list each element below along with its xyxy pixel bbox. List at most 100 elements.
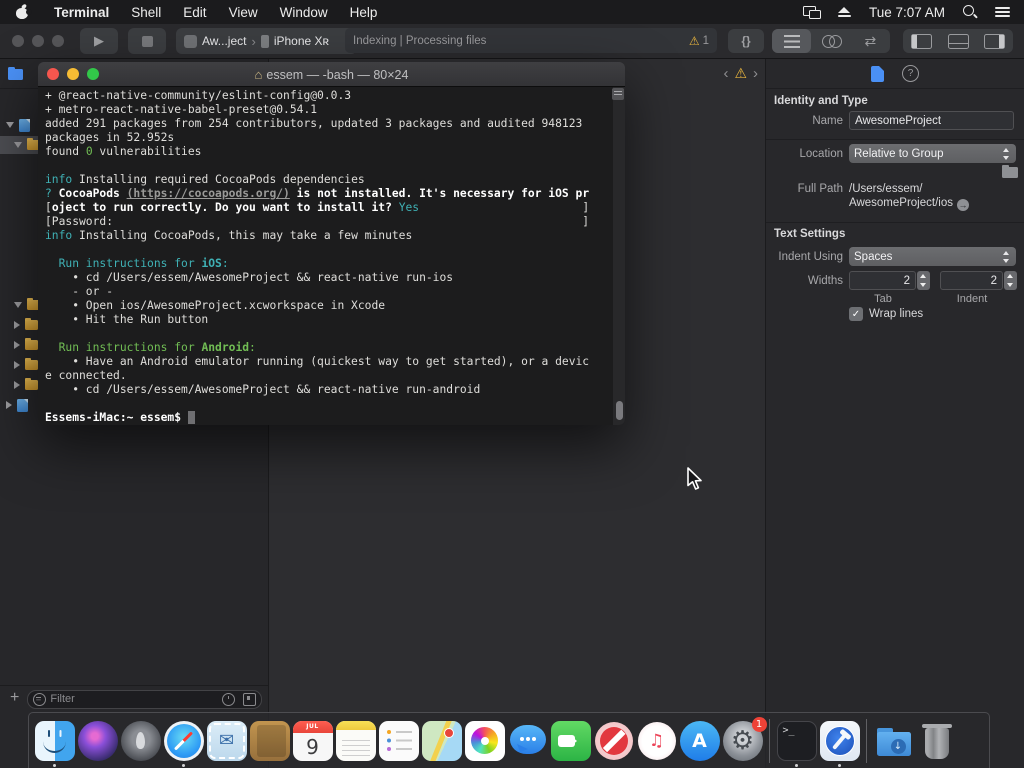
terminal-title: ⌂ essem — -bash — 80×24 <box>254 66 409 82</box>
dock-photos[interactable] <box>463 714 506 768</box>
dock-safari[interactable] <box>162 714 205 768</box>
code-review-button[interactable]: {} <box>728 29 764 53</box>
group-folder-icon <box>25 338 38 350</box>
apple-menu-icon[interactable] <box>16 3 32 19</box>
add-button[interactable]: + <box>10 689 19 707</box>
select-arrows-icon <box>1002 250 1011 263</box>
issue-warning-icon[interactable]: ⚠ <box>734 65 747 82</box>
dock-downloads[interactable]: ↓ <box>872 714 915 768</box>
help-inspector-tab-icon[interactable]: ? <box>902 65 919 82</box>
recent-files-icon[interactable] <box>222 692 235 706</box>
menu-bar-clock[interactable]: Tue 7:07 AM <box>869 5 945 20</box>
dock-finder[interactable] <box>33 714 76 768</box>
tab-width-field[interactable]: 2 <box>849 271 916 290</box>
dock-notes[interactable] <box>334 714 377 768</box>
running-indicator-dot <box>838 763 841 767</box>
terminal-titlebar[interactable]: ⌂ essem — -bash — 80×24 <box>38 62 625 87</box>
close-button[interactable] <box>12 35 24 47</box>
dock-siri[interactable] <box>76 714 119 768</box>
spotlight-search-icon[interactable] <box>963 5 978 19</box>
toggle-navigator-button[interactable] <box>903 29 940 53</box>
warning-counter[interactable]: ⚠ 1 <box>689 34 709 48</box>
disclosure-triangle-icon[interactable] <box>14 142 22 148</box>
dock-reminders[interactable] <box>377 714 420 768</box>
choose-folder-icon[interactable] <box>1002 164 1018 178</box>
indent-width-field[interactable]: 2 <box>940 271 1003 290</box>
dock-itunes[interactable]: ♫ <box>635 714 678 768</box>
menu-view[interactable]: View <box>218 5 269 20</box>
standard-editor-button[interactable] <box>772 29 812 53</box>
menu-edit[interactable]: Edit <box>172 5 217 20</box>
version-editor-button[interactable]: ⇄ <box>851 29 890 53</box>
disclosure-triangle-icon[interactable] <box>14 302 22 308</box>
version-editor-icon: ⇄ <box>864 32 877 49</box>
scrollbar-thumb[interactable] <box>615 401 623 420</box>
forward-chevron-icon[interactable]: › <box>753 65 758 82</box>
tab-width-stepper[interactable] <box>917 271 930 290</box>
dock-calendar[interactable]: JUL 9 <box>291 714 334 768</box>
minimize-button[interactable] <box>32 35 44 47</box>
eject-icon[interactable] <box>837 6 851 18</box>
assistant-editor-icon <box>821 35 842 48</box>
notification-center-icon[interactable] <box>995 7 1010 18</box>
dock-contacts[interactable] <box>248 714 291 768</box>
toggle-debug-area-button[interactable] <box>940 29 977 53</box>
filter-field[interactable]: Filter <box>27 689 262 709</box>
menu-shell[interactable]: Shell <box>120 5 172 20</box>
split-pane-icon[interactable] <box>612 88 624 100</box>
indent-width-stepper[interactable] <box>1004 271 1017 290</box>
disclosure-triangle-icon[interactable] <box>14 361 20 369</box>
dock-launchpad[interactable] <box>119 714 162 768</box>
back-chevron-icon[interactable]: ‹ <box>723 65 728 82</box>
xcode-traffic-lights[interactable] <box>12 35 72 47</box>
terminal-line: found 0 vulnerabilities <box>45 145 202 158</box>
menu-window[interactable]: Window <box>269 5 339 20</box>
displays-icon[interactable] <box>802 6 821 19</box>
reveal-arrow-icon[interactable]: → <box>956 199 969 211</box>
file-inspector-tab-icon[interactable] <box>871 65 884 82</box>
book-page <box>256 724 286 757</box>
assistant-editor-button[interactable] <box>811 29 850 53</box>
run-button[interactable]: ▶ <box>80 28 118 54</box>
dock-settings[interactable]: ⚙ 1 <box>721 714 767 768</box>
scheme-selector[interactable]: Aw...ject › iPhone Xʀ <box>176 28 357 54</box>
location-select[interactable]: Relative to Group <box>849 144 1016 163</box>
terminal-line: + metro-react-native-babel-preset@0.54.1 <box>45 103 318 116</box>
project-navigator-tab-icon[interactable] <box>8 66 23 80</box>
terminal-content[interactable]: + @react-native-community/eslint-config@… <box>38 87 625 425</box>
trash-body <box>924 727 949 759</box>
terminal-text[interactable]: + @react-native-community/eslint-config@… <box>45 89 589 425</box>
stop-icon <box>141 35 153 47</box>
dock-xcode[interactable] <box>818 714 861 768</box>
dock-mail[interactable]: ✉ <box>205 714 248 768</box>
name-field[interactable]: AwesomeProject <box>849 111 1014 130</box>
source-control-filter-icon[interactable] <box>243 692 256 706</box>
dock-appstore[interactable]: A <box>678 714 721 768</box>
toggle-inspector-button[interactable] <box>976 29 1013 53</box>
disclosure-triangle-icon[interactable] <box>6 122 14 128</box>
dock-news[interactable] <box>592 714 635 768</box>
dock-trash[interactable] <box>915 714 958 768</box>
zoom-button[interactable] <box>52 35 64 47</box>
disclosure-triangle-icon[interactable] <box>14 341 20 349</box>
disclosure-triangle-icon[interactable] <box>6 401 12 409</box>
menu-help[interactable]: Help <box>339 5 389 20</box>
terminal-line: Essems-iMac:~ essem$ <box>45 411 589 425</box>
disclosure-triangle-icon[interactable] <box>14 381 20 389</box>
indent-using-select[interactable]: Spaces <box>849 247 1016 266</box>
indent-using-label: Indent Using <box>778 251 843 263</box>
terminal-line: • Have an Android emulator running (quic… <box>45 355 590 368</box>
name-label: Name <box>812 115 843 127</box>
disclosure-triangle-icon[interactable] <box>14 321 20 329</box>
wrap-lines-checkbox[interactable]: ✓ <box>849 307 863 321</box>
menu-terminal[interactable]: Terminal <box>43 5 120 20</box>
dock-maps[interactable] <box>420 714 463 768</box>
inspector-tabs: ? <box>766 59 1024 89</box>
destination-name[interactable]: iPhone Xʀ <box>274 34 329 48</box>
dock-facetime[interactable] <box>549 714 592 768</box>
scheme-name[interactable]: Aw...ject <box>202 34 246 48</box>
dock-messages[interactable] <box>506 714 549 768</box>
terminal-scrollbar[interactable] <box>613 87 625 425</box>
dock-terminal-app[interactable]: >_ <box>775 714 818 768</box>
stop-button[interactable] <box>128 28 166 54</box>
